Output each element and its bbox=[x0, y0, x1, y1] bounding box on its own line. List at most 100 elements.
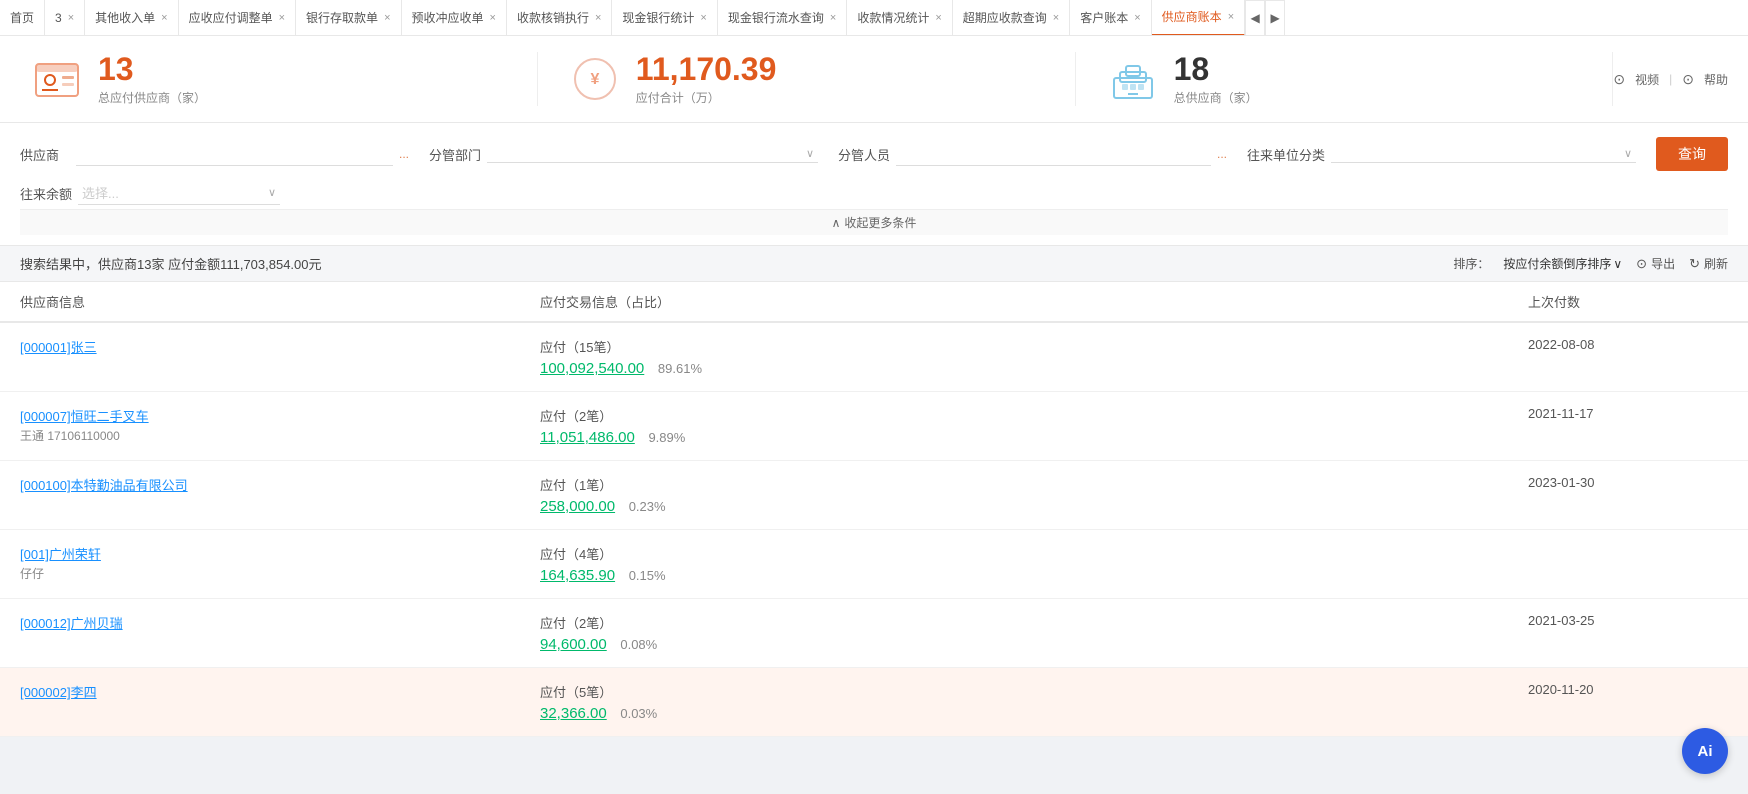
nav-tab-advance-close[interactable]: × bbox=[490, 12, 496, 24]
summary-card-payable-suppliers: 13 总应付供应商（家） bbox=[20, 52, 538, 106]
supplier-link-2[interactable]: [000007]恒旺二手叉车 bbox=[20, 406, 540, 425]
nav-tab-cash-flow-close[interactable]: × bbox=[830, 12, 836, 24]
tx-amount-3[interactable]: 258,000.00 bbox=[540, 498, 615, 515]
nav-tab-3-label: 3 bbox=[55, 11, 62, 25]
nav-tab-supplier-label: 供应商账本 bbox=[1162, 8, 1222, 25]
nav-left-arrow[interactable]: ◀ bbox=[1245, 0, 1265, 36]
results-info: 搜索结果中，供应商13家 应付金额111,703,854.00元 bbox=[20, 254, 322, 273]
export-btn[interactable]: ⊙ 导出 bbox=[1636, 255, 1675, 272]
nav-tab-home[interactable]: 首页 bbox=[0, 0, 45, 36]
svg-text:¥: ¥ bbox=[590, 71, 599, 88]
last-payment-2: 2021-11-17 bbox=[1528, 406, 1594, 421]
results-bar: 搜索结果中，供应商13家 应付金额111,703,854.00元 排序： 按应付… bbox=[0, 246, 1748, 282]
nav-tab-customer[interactable]: 客户账本 × bbox=[1070, 0, 1151, 36]
circle-icon-2: ⊙ bbox=[1682, 71, 1694, 88]
tx-label-4: 应付（4笔） bbox=[540, 544, 1528, 563]
nav-tab-bank[interactable]: 银行存取款单 × bbox=[296, 0, 401, 36]
supplier-filter-input[interactable] bbox=[76, 142, 393, 166]
nav-tab-cash-flow-label: 现金银行流水查询 bbox=[728, 9, 824, 26]
filter-category: 往来单位分类 ∨ bbox=[1247, 145, 1636, 164]
tx-label-5: 应付（2笔） bbox=[540, 613, 1528, 632]
nav-tab-collection[interactable]: 收款核销执行 × bbox=[507, 0, 612, 36]
supplier-link-1[interactable]: [000001]张三 bbox=[20, 340, 97, 355]
collapse-icon: ∧ bbox=[832, 216, 841, 230]
balance-chevron-icon: ∨ bbox=[268, 186, 276, 199]
nav-tab-cash-stat[interactable]: 现金银行统计 × bbox=[612, 0, 717, 36]
last-payment-cell-1: 2022-08-08 bbox=[1528, 337, 1728, 352]
supplier-cell-1: [000001]张三 bbox=[20, 337, 540, 356]
tx-amount-1[interactable]: 100,092,540.00 bbox=[540, 360, 644, 377]
nav-right-arrow[interactable]: ▶ bbox=[1265, 0, 1285, 36]
nav-tab-adjustment[interactable]: 应收应付调整单 × bbox=[179, 0, 296, 36]
nav-tab-receipt-stat-close[interactable]: × bbox=[935, 12, 941, 24]
supplier-link-6[interactable]: [000002]李四 bbox=[20, 685, 97, 700]
separator: | bbox=[1669, 72, 1672, 86]
nav-tab-bank-close[interactable]: × bbox=[384, 12, 390, 24]
query-button[interactable]: 查询 bbox=[1656, 137, 1728, 171]
filter-row-2: 往来余额 选择... ∨ bbox=[20, 181, 1728, 205]
department-filter-select[interactable]: ∨ bbox=[487, 145, 818, 163]
refresh-label: 刷新 bbox=[1704, 255, 1728, 272]
nav-tab-adjustment-close[interactable]: × bbox=[279, 12, 285, 24]
nav-tab-receipt-stat[interactable]: 收款情况统计 × bbox=[847, 0, 952, 36]
person-ellipsis-btn[interactable]: ... bbox=[1217, 147, 1227, 161]
total-suppliers-number: 18 bbox=[1174, 52, 1258, 87]
nav-tab-supplier[interactable]: 供应商账本 × bbox=[1152, 0, 1245, 36]
total-suppliers-label: 总供应商（家） bbox=[1174, 89, 1258, 106]
circle-icon: ⊙ bbox=[1613, 71, 1625, 88]
nav-tab-cash-stat-label: 现金银行统计 bbox=[622, 9, 694, 26]
supplier-cell-2: [000007]恒旺二手叉车 王通 17106110000 bbox=[20, 406, 540, 444]
summary-bar: 13 总应付供应商（家） ¥ 11,170.39 应付合计（万） bbox=[0, 36, 1748, 123]
export-label: 导出 bbox=[1651, 255, 1675, 272]
department-filter-label: 分管部门 bbox=[429, 145, 481, 164]
nav-tab-collection-close[interactable]: × bbox=[595, 12, 601, 24]
nav-tab-cash-stat-close[interactable]: × bbox=[700, 12, 706, 24]
tx-label-6: 应付（5笔） bbox=[540, 682, 1528, 701]
sort-value-text: 按应付余额倒序排序 bbox=[1503, 255, 1611, 272]
supplier-link-5[interactable]: [000012]广州贝瑞 bbox=[20, 616, 123, 631]
video-link[interactable]: 视频 bbox=[1635, 71, 1659, 88]
nav-tab-overdue[interactable]: 超期应收款查询 × bbox=[953, 0, 1070, 36]
payable-suppliers-icon bbox=[30, 52, 84, 106]
last-payment-cell-2: 2021-11-17 bbox=[1528, 406, 1728, 421]
category-filter-select[interactable]: ∨ bbox=[1331, 145, 1636, 163]
tx-cell-3: 应付（1笔） 258,000.00 0.23% bbox=[540, 475, 1528, 515]
filter-person: 分管人员 ... bbox=[838, 142, 1227, 166]
tx-amount-5[interactable]: 94,600.00 bbox=[540, 636, 607, 653]
tx-amount-6[interactable]: 32,366.00 bbox=[540, 705, 607, 722]
ai-button[interactable]: Ai bbox=[1682, 728, 1728, 774]
tx-amount-4[interactable]: 164,635.90 bbox=[540, 567, 615, 584]
tx-label-1: 应付（15笔） bbox=[540, 337, 1528, 356]
payable-total-number: 11,170.39 bbox=[636, 52, 777, 87]
supplier-cell-3: [000100]本特勤油品有限公司 bbox=[20, 475, 540, 494]
table-header: 供应商信息 应付交易信息（占比） 上次付数 bbox=[0, 282, 1748, 323]
payable-suppliers-number: 13 bbox=[98, 52, 206, 87]
tx-cell-5: 应付（2笔） 94,600.00 0.08% bbox=[540, 613, 1528, 653]
person-filter-input[interactable] bbox=[896, 142, 1211, 166]
refresh-btn[interactable]: ↻ 刷新 bbox=[1689, 255, 1728, 272]
filter-balance: 往来余额 选择... ∨ bbox=[20, 181, 280, 205]
tx-amount-2[interactable]: 11,051,486.00 bbox=[540, 429, 635, 446]
supplier-link-4[interactable]: [001]广州荣轩 bbox=[20, 544, 540, 563]
tx-cell-6: 应付（5笔） 32,366.00 0.03% bbox=[540, 682, 1528, 722]
nav-tab-other-income-close[interactable]: × bbox=[161, 12, 167, 24]
help-link[interactable]: 帮助 bbox=[1704, 71, 1728, 88]
nav-tab-other-income[interactable]: 其他收入单 × bbox=[85, 0, 178, 36]
supplier-ellipsis-btn[interactable]: ... bbox=[399, 147, 409, 161]
refresh-icon: ↻ bbox=[1689, 256, 1700, 272]
supplier-link-3[interactable]: [000100]本特勤油品有限公司 bbox=[20, 478, 188, 493]
nav-tab-advance[interactable]: 预收冲应收单 × bbox=[402, 0, 507, 36]
nav-tab-3-close[interactable]: × bbox=[68, 12, 74, 24]
nav-tab-receipt-stat-label: 收款情况统计 bbox=[857, 9, 929, 26]
nav-tab-customer-close[interactable]: × bbox=[1134, 12, 1140, 24]
nav-tab-overdue-close[interactable]: × bbox=[1053, 12, 1059, 24]
balance-filter-select[interactable]: 选择... ∨ bbox=[78, 181, 280, 205]
nav-tab-3[interactable]: 3 × bbox=[45, 0, 85, 36]
sort-value[interactable]: 按应付余额倒序排序 ∨ bbox=[1503, 255, 1622, 272]
nav-tab-cash-flow[interactable]: 现金银行流水查询 × bbox=[718, 0, 847, 36]
last-payment-3: 2023-01-30 bbox=[1528, 475, 1595, 490]
collapse-filters-btn[interactable]: ∧ 收起更多条件 bbox=[20, 209, 1728, 235]
header-last-payment: 上次付数 bbox=[1528, 292, 1728, 311]
payable-total-text: 11,170.39 应付合计（万） bbox=[636, 52, 777, 106]
nav-tab-supplier-close[interactable]: × bbox=[1228, 11, 1234, 23]
